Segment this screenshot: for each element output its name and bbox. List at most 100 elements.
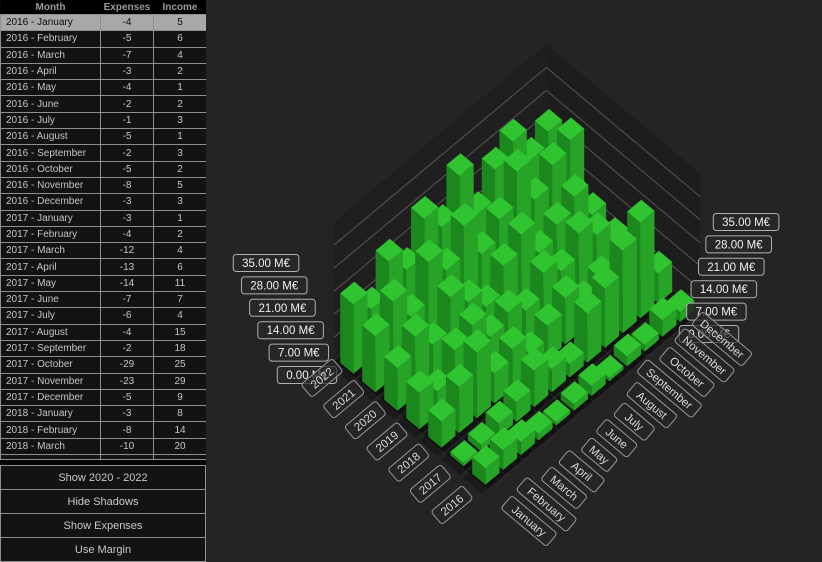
table-row[interactable]: 2017 - October -29 25: [0, 356, 207, 374]
cell-month: 2017 - August: [0, 323, 101, 341]
cell-expenses: -3: [100, 405, 154, 423]
table-row[interactable]: 2016 - December -3 3: [0, 193, 207, 211]
value-axis-label-right: 14.00 M€: [690, 280, 758, 299]
cell-income: 8: [153, 405, 207, 423]
table-row[interactable]: 2016 - July -1 3: [0, 111, 207, 130]
cell-expenses: -5: [100, 128, 154, 146]
cell-expenses: -7: [100, 46, 154, 64]
cell-month: 2018 - January: [0, 405, 101, 423]
toggle-years-button[interactable]: Show 2020 - 2022: [0, 465, 206, 490]
table-row[interactable]: 2016 - August -5 1: [0, 128, 207, 146]
cell-month: 2016 - December: [0, 193, 101, 211]
value-axis-label-right: 7.00 M€: [686, 302, 747, 321]
table-row[interactable]: 2016 - April -3 2: [0, 62, 207, 81]
cell-income: 2: [153, 225, 207, 244]
cell-income: 29: [153, 372, 207, 390]
table-header-row: Month Expenses Income: [0, 0, 207, 15]
table-row[interactable]: 2016 - November -8 5: [0, 176, 207, 195]
cell-expenses: -4: [100, 225, 154, 244]
cell-income: 20: [153, 437, 207, 456]
cell-expenses: -5: [100, 388, 154, 407]
table-row[interactable]: 2017 - March -12 4: [0, 242, 207, 260]
table-row[interactable]: 2016 - January -4 5: [0, 13, 207, 32]
cell-expenses: -5: [100, 30, 154, 48]
chart-area: 0.00 M€ 7.00 M€ 14.00 M€ 21.00 M€ 28.00 M€ 35…: [206, 0, 822, 562]
table-row[interactable]: 2017 - August -4 15: [0, 323, 207, 341]
cell-income: 3: [153, 144, 207, 162]
svg-text:21.00 M€: 21.00 M€: [258, 303, 307, 315]
table-row[interactable]: 2017 - February -4 2: [0, 225, 207, 244]
table-row[interactable]: 2017 - July -6 4: [0, 307, 207, 325]
value-axis-label-left: 21.00 M€: [249, 298, 316, 317]
cell-income: 14: [153, 421, 207, 439]
cell-expenses: -14: [100, 274, 154, 293]
table-row[interactable]: 2017 - June -7 7: [0, 291, 207, 309]
table-row[interactable]: 2016 - February -5 6: [0, 30, 207, 48]
year-axis-label: 2018: [388, 443, 430, 482]
value-axis-label-right: 28.00 M€: [705, 235, 772, 254]
cell-month: 2017 - September: [0, 339, 101, 358]
column-header-expenses: Expenses: [100, 0, 154, 15]
cell-month: 2016 - April: [0, 62, 101, 81]
value-axis-label-right: 35.00 M€: [712, 213, 780, 231]
toggle-margin-button[interactable]: Use Margin: [0, 537, 206, 562]
cell-month: 2017 - May: [0, 274, 101, 293]
cell-month: 2017 - December: [0, 388, 101, 407]
cell-month: 2017 - March: [0, 242, 101, 260]
column-header-month: Month: [0, 0, 101, 15]
table-row[interactable]: 2017 - September -2 18: [0, 339, 207, 358]
cell-month: 2016 - October: [0, 160, 101, 178]
cell-income: 18: [153, 339, 207, 358]
cell-expenses: -12: [100, 242, 154, 260]
svg-text:35.00 M€: 35.00 M€: [242, 258, 291, 270]
year-axis-label: 2017: [409, 464, 451, 503]
table-row[interactable]: 2017 - November -23 29: [0, 372, 207, 390]
cell-income: 1: [153, 79, 207, 97]
table-row[interactable]: 2016 - June -2 2: [0, 95, 207, 113]
cell-income: 4: [153, 46, 207, 64]
cell-income: 5: [153, 176, 207, 195]
toggle-expenses-button[interactable]: Show Expenses: [0, 513, 206, 538]
cell-month: 2016 - January: [0, 13, 101, 32]
table-row[interactable]: 2016 - September -2 3: [0, 144, 207, 162]
data-table-panel: Month Expenses Income 2016 - January -4 5 2…: [0, 0, 207, 562]
cell-expenses: -2: [100, 144, 154, 162]
table-row[interactable]: 2016 - March -7 4: [0, 46, 207, 64]
table-row[interactable]: 2018 - February -8 14: [0, 421, 207, 439]
cell-income: 5: [153, 13, 207, 32]
cell-month: 2016 - March: [0, 46, 101, 64]
table-row[interactable]: 2018 - January -3 8: [0, 405, 207, 423]
cell-income: 3: [153, 111, 207, 130]
cell-month: 2017 - July: [0, 307, 101, 325]
toggle-shadows-button[interactable]: Hide Shadows: [0, 489, 206, 514]
table-row[interactable]: 2017 - December -5 9: [0, 388, 207, 407]
cell-income: 3: [153, 193, 207, 211]
cell-expenses: -3: [100, 193, 154, 211]
cell-month: 2016 - May: [0, 79, 101, 97]
cell-expenses: -8: [100, 176, 154, 195]
table-row[interactable]: 2017 - April -13 6: [0, 258, 207, 276]
cell-expenses: -8: [100, 421, 154, 439]
value-axis-label-left: 35.00 M€: [232, 254, 300, 272]
cell-expenses: -13: [100, 258, 154, 276]
table-row[interactable]: 2018 - March -10 20: [0, 437, 207, 456]
svg-text:28.00 M€: 28.00 M€: [715, 239, 764, 251]
cell-expenses: -4: [100, 79, 154, 97]
cell-expenses: -23: [100, 372, 154, 390]
table-row[interactable]: 2017 - May -14 11: [0, 274, 207, 293]
cell-month: 2017 - October: [0, 356, 101, 374]
cell-income: 9: [153, 388, 207, 407]
table-row[interactable]: 2016 - October -5 2: [0, 160, 207, 178]
svg-text:14.00 M€: 14.00 M€: [267, 325, 316, 337]
cell-income: 1: [153, 128, 207, 146]
cell-expenses: -1: [100, 111, 154, 130]
cell-income: 6: [153, 258, 207, 276]
cell-expenses: -29: [100, 356, 154, 374]
value-axis-label-left: 14.00 M€: [257, 321, 324, 340]
income-3d-bar-chart[interactable]: 0.00 M€7.00 M€14.00 M€21.00 M€28.00 M€35…: [206, 0, 822, 562]
cell-month: 2016 - August: [0, 128, 101, 146]
table-row[interactable]: 2016 - May -4 1: [0, 79, 207, 97]
svg-text:35.00 M€: 35.00 M€: [722, 217, 771, 229]
table-row[interactable]: 2017 - January -3 1: [0, 209, 207, 227]
app-window: Month Expenses Income 2016 - January -4 5 2…: [0, 0, 822, 562]
